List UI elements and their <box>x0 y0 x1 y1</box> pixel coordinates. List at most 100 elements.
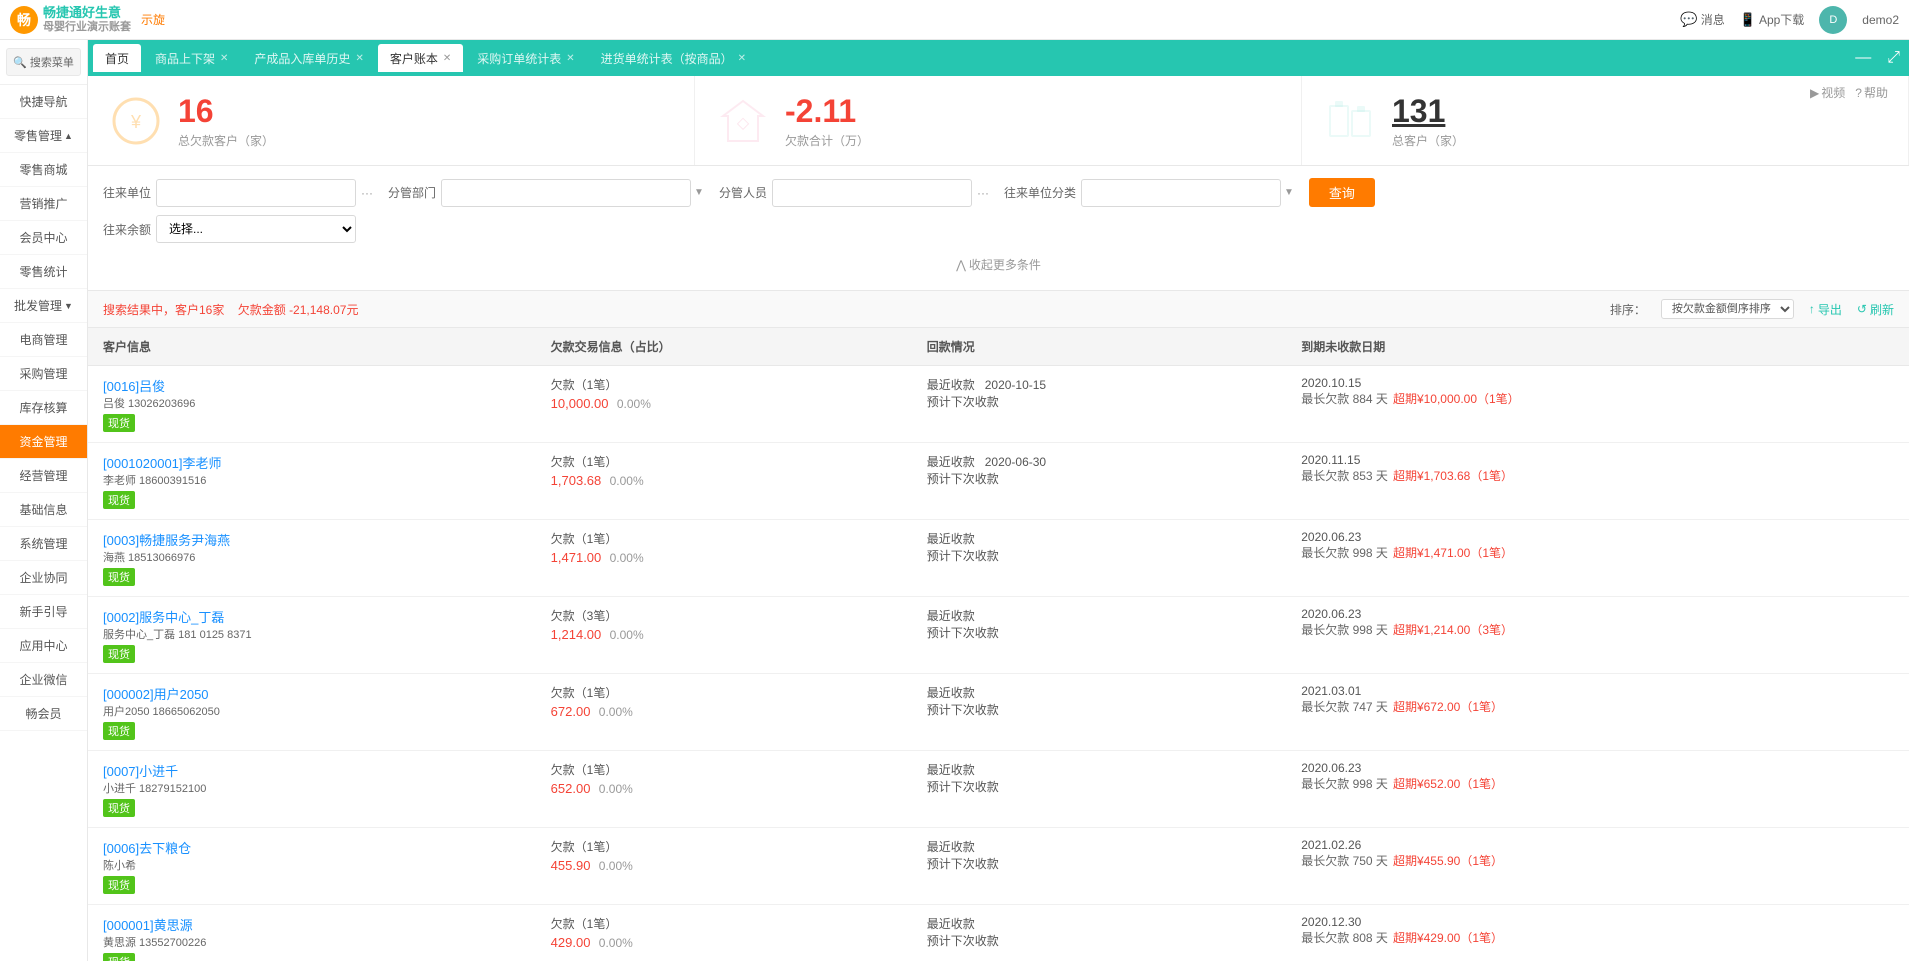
export-btn[interactable]: ↑ 导出 <box>1809 301 1842 318</box>
tab-customer-account-close[interactable]: ✕ <box>443 53 451 64</box>
results-bar: 搜索结果中，客户16家 欠款金额 -21,148.07元 排序： 按欠款金额倒序… <box>88 291 1909 328</box>
overdue-text[interactable]: 超期¥652.00（1笔） <box>1393 775 1503 792</box>
search-btn-label: 查询 <box>1329 186 1355 201</box>
recent-label: 最近收款 <box>927 455 975 469</box>
overdue-text[interactable]: 超期¥10,000.00（1笔） <box>1393 390 1520 407</box>
sidebar-item-corp-collab[interactable]: 企业协同 <box>0 561 87 595</box>
customer-name[interactable]: [000002]用户2050 <box>103 684 521 703</box>
debt-amount[interactable]: 672.00 <box>551 704 591 719</box>
debt-amount[interactable]: 1,214.00 <box>551 627 602 642</box>
table-body: [0016]吕俊 吕俊 13026203696 现货 欠款（1笔） 10,000… <box>88 366 1909 961</box>
sidebar-item-wechat[interactable]: 企业微信 <box>0 663 87 697</box>
sidebar-item-ecommerce[interactable]: 电商管理 <box>0 323 87 357</box>
sidebar-item-retail-mgmt[interactable]: 零售管理 ▲ <box>0 119 87 153</box>
username[interactable]: demo2 <box>1862 13 1899 27</box>
debt-amount[interactable]: 10,000.00 <box>551 396 609 411</box>
sort-select[interactable]: 按欠款金额倒序排序 <box>1661 299 1794 319</box>
refresh-btn[interactable]: ↺ 刷新 <box>1857 301 1894 318</box>
sidebar-item-purchase[interactable]: 采购管理 <box>0 357 87 391</box>
filter-from-unit-dots[interactable]: ··· <box>361 186 373 200</box>
debt-amount[interactable]: 455.90 <box>551 858 591 873</box>
search-button[interactable]: 查询 <box>1309 178 1375 207</box>
tab-home[interactable]: 首页 <box>93 44 141 72</box>
sidebar-item-quick-nav[interactable]: 快捷导航 <box>0 85 87 119</box>
customer-name[interactable]: [000001]黄思源 <box>103 915 521 934</box>
overdue-text[interactable]: 超期¥455.90（1笔） <box>1393 852 1503 869</box>
customer-name[interactable]: [0006]去下粮仓 <box>103 838 521 857</box>
debt-count: 欠款（3笔） <box>551 607 897 624</box>
sidebar-item-wholesale[interactable]: 批发管理 ▼ <box>0 289 87 323</box>
debt-amount[interactable]: 1,703.68 <box>551 473 602 488</box>
filter-from-unit-class-input[interactable] <box>1081 179 1281 207</box>
tabs-expand-button[interactable]: ⤢ <box>1883 49 1904 67</box>
overdue-text[interactable]: 超期¥1,214.00（3笔） <box>1393 621 1513 638</box>
message-btn[interactable]: 💬 消息 <box>1680 11 1724 28</box>
overdue-text[interactable]: 超期¥1,471.00（1笔） <box>1393 544 1513 561</box>
overdue-text[interactable]: 超期¥1,703.68（1笔） <box>1393 467 1513 484</box>
overdue-text[interactable]: 超期¥672.00（1笔） <box>1393 698 1503 715</box>
sidebar-item-finance[interactable]: 资金管理 <box>0 425 87 459</box>
sidebar-item-membership[interactable]: 会员中心 <box>0 221 87 255</box>
logo-char: 畅 <box>17 10 31 30</box>
debt-amount[interactable]: 1,471.00 <box>551 550 602 565</box>
app-download-btn[interactable]: 📱 App下载 <box>1740 11 1805 28</box>
chevron-down-icon: ▲ <box>64 131 73 141</box>
payment-status-cell: 最近收款 2020-10-15 预计下次收款 <box>912 366 1287 443</box>
overdue-days: 最长欠款 750 天 <box>1301 852 1388 869</box>
help-btn[interactable]: ? 帮助 <box>1855 84 1888 101</box>
tab-stock-history-close[interactable]: ✕ <box>355 53 363 64</box>
debt-amount[interactable]: 429.00 <box>551 935 591 950</box>
table-header: 客户信息 欠款交易信息（占比） 回款情况 到期未收款日期 <box>88 328 1909 366</box>
debt-count: 欠款（1笔） <box>551 838 897 855</box>
debt-percent: 0.00% <box>599 782 633 796</box>
sidebar-item-app-center[interactable]: 应用中心 <box>0 629 87 663</box>
filter-from-unit-input[interactable] <box>156 179 356 207</box>
debt-amount[interactable]: 652.00 <box>551 781 591 796</box>
sidebar-item-operations[interactable]: 经营管理 <box>0 459 87 493</box>
sidebar-item-retail-store[interactable]: 零售商城 <box>0 153 87 187</box>
tab-product-shelf[interactable]: 商品上下架 ✕ <box>143 44 240 72</box>
filter-branch-person-input[interactable] <box>772 179 972 207</box>
customer-name[interactable]: [0002]服务中心_丁磊 <box>103 607 521 626</box>
sidebar-item-marketing[interactable]: 营销推广 <box>0 187 87 221</box>
customer-name[interactable]: [0001020001]李老师 <box>103 453 521 472</box>
video-icon: ▶ <box>1810 86 1819 100</box>
app-title: 畅捷通好生意 <box>43 5 131 21</box>
top-bar: 畅 畅捷通好生意 母婴行业演示账套 示旋 💬 消息 📱 App下载 D demo <box>0 0 1909 40</box>
sidebar-item-system[interactable]: 系统管理 <box>0 527 87 561</box>
tabs-minimize-button[interactable]: — <box>1851 49 1875 67</box>
tab-customer-account[interactable]: 客户账本 ✕ <box>378 44 463 72</box>
overdue-text[interactable]: 超期¥429.00（1笔） <box>1393 929 1503 946</box>
tab-stock-history[interactable]: 产成品入库单历史 ✕ <box>242 44 375 72</box>
filter-branch-person-dots[interactable]: ··· <box>977 186 989 200</box>
tab-purchase-order[interactable]: 采购订单统计表 ✕ <box>465 44 586 72</box>
filter-balance-select[interactable]: 选择... <box>156 215 356 243</box>
sidebar-item-inventory[interactable]: 库存核算 <box>0 391 87 425</box>
customer-name[interactable]: [0003]畅捷服务尹海燕 <box>103 530 521 549</box>
sidebar-search: 🔍 搜索菜单 <box>0 40 87 85</box>
stat-label-2: 欠款合计（万） <box>785 132 869 149</box>
sidebar-home-link[interactable]: 示旋 <box>141 11 165 28</box>
payment-status-cell: 最近收款 预计下次收款 <box>912 905 1287 961</box>
tab-product-shelf-close[interactable]: ✕ <box>220 53 228 64</box>
customer-name[interactable]: [0007]小进千 <box>103 761 521 780</box>
video-btn[interactable]: ▶ 视频 <box>1810 84 1845 101</box>
tab-purchase-order-close[interactable]: ✕ <box>566 53 574 64</box>
tab-stock-stats[interactable]: 进货单统计表（按商品） ✕ <box>589 44 758 72</box>
user-avatar[interactable]: D <box>1819 6 1847 34</box>
tab-stock-stats-close[interactable]: ✕ <box>738 53 746 64</box>
logo-icon: 畅 <box>10 6 38 34</box>
sidebar-item-retail-stats[interactable]: 零售统计 <box>0 255 87 289</box>
recent-label: 最近收款 <box>927 763 975 777</box>
sidebar-item-basic-info[interactable]: 基础信息 <box>0 493 87 527</box>
recent-date: 2020-06-30 <box>978 455 1046 469</box>
sidebar-item-member[interactable]: 畅会员 <box>0 697 87 731</box>
top-bar-left: 畅 畅捷通好生意 母婴行业演示账套 示旋 <box>10 5 165 34</box>
collapse-btn[interactable]: ⋀ 收起更多条件 <box>103 251 1894 278</box>
customer-info-cell: [000002]用户2050 用户2050 18665062050 现货 <box>88 674 536 751</box>
sidebar-item-newbie[interactable]: 新手引导 <box>0 595 87 629</box>
sidebar-search-button[interactable]: 🔍 搜索菜单 <box>6 48 81 76</box>
tab-stock-stats-label: 进货单统计表（按商品） <box>601 50 733 67</box>
customer-name[interactable]: [0016]吕俊 <box>103 376 521 395</box>
filter-branch-dept-input[interactable] <box>441 179 691 207</box>
